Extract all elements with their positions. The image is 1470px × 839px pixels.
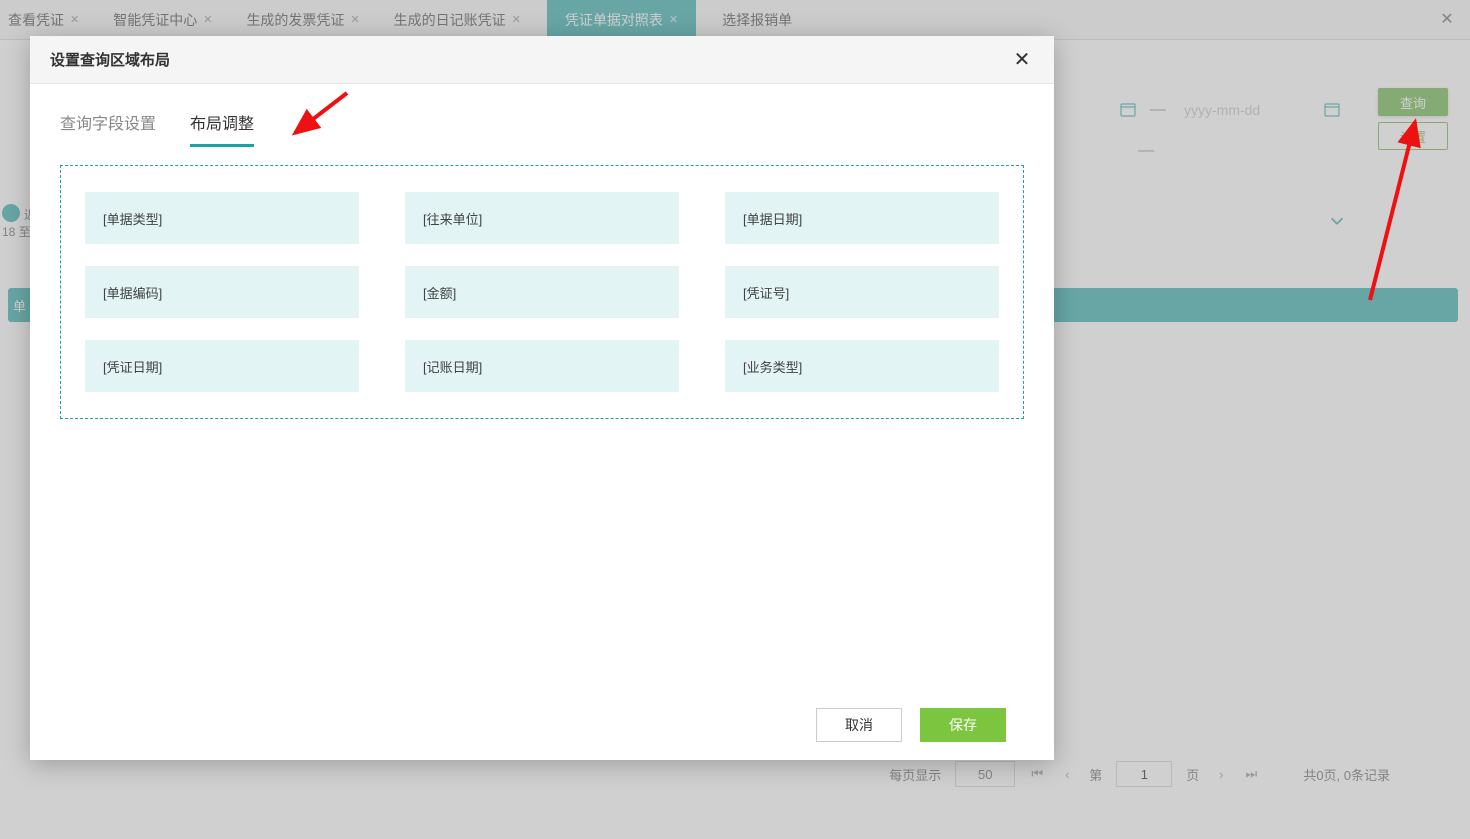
layout-grid: [单据类型] [往来单位] [单据日期] [单据编码] [金额] [凭证号] […	[60, 165, 1024, 419]
field-block[interactable]: [单据编码]	[85, 266, 359, 318]
settings-modal: 设置查询区域布局 ✕ 查询字段设置 布局调整 [单据类型] [往来单位] [单据…	[30, 36, 1054, 760]
field-block[interactable]: [往来单位]	[405, 192, 679, 244]
save-button[interactable]: 保存	[920, 708, 1006, 742]
field-block[interactable]: [凭证号]	[725, 266, 999, 318]
tab-field-settings[interactable]: 查询字段设置	[60, 110, 156, 147]
modal-header: 设置查询区域布局 ✕	[30, 36, 1054, 84]
field-block[interactable]: [金额]	[405, 266, 679, 318]
field-block[interactable]: [单据日期]	[725, 192, 999, 244]
field-block[interactable]: [凭证日期]	[85, 340, 359, 392]
field-block[interactable]: [记账日期]	[405, 340, 679, 392]
tab-layout-adjust[interactable]: 布局调整	[190, 110, 254, 147]
close-icon[interactable]: ✕	[1010, 48, 1034, 72]
cancel-button[interactable]: 取消	[816, 708, 902, 742]
modal-title: 设置查询区域布局	[50, 49, 170, 70]
modal-tabs: 查询字段设置 布局调整	[30, 84, 1054, 147]
field-block[interactable]: [单据类型]	[85, 192, 359, 244]
modal-footer: 取消 保存	[30, 690, 1054, 760]
field-block[interactable]: [业务类型]	[725, 340, 999, 392]
